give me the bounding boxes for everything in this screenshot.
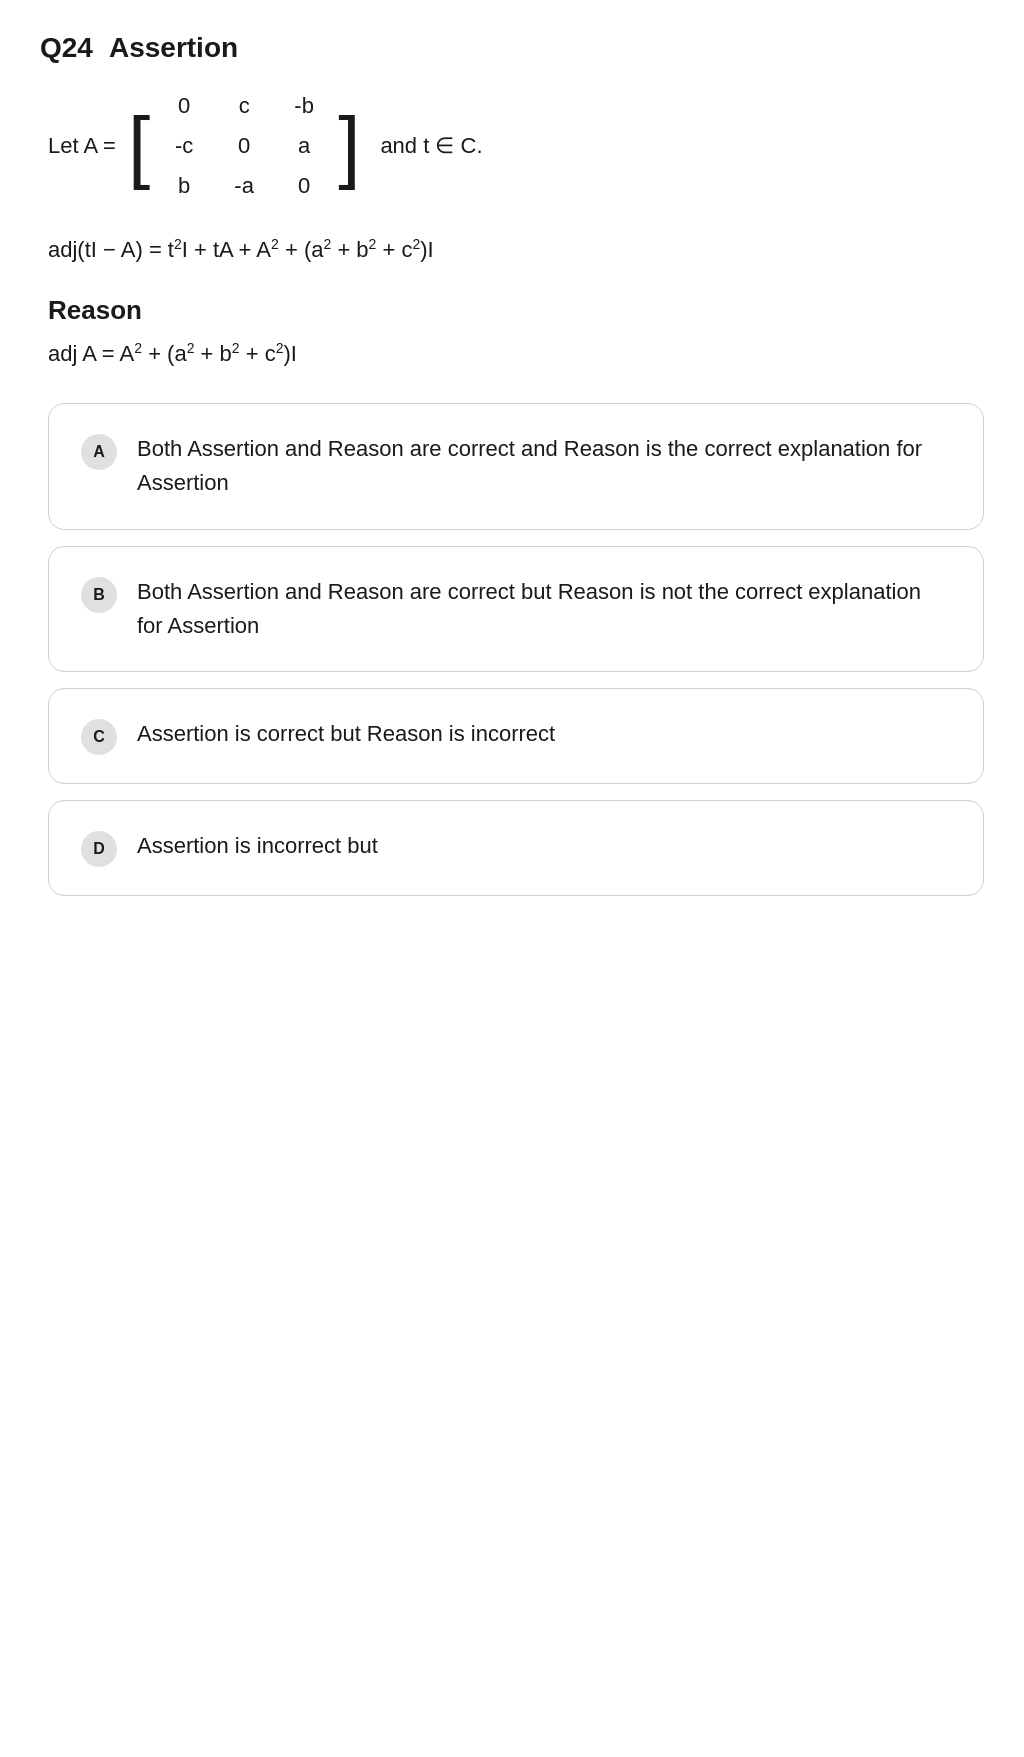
option-c-badge: C [81, 719, 117, 755]
matrix-cell-00: 0 [178, 93, 190, 119]
reason-title: Reason [48, 295, 984, 326]
option-d-text: Assertion is incorrect but [137, 829, 378, 863]
matrix-cell-12: a [298, 133, 310, 159]
matrix-row: Let A = [ 0 c -b -c 0 a b -a 0 ] and t ∈… [48, 88, 984, 204]
option-c-card[interactable]: C Assertion is correct but Reason is inc… [48, 688, 984, 784]
options-container: A Both Assertion and Reason are correct … [48, 403, 984, 895]
matrix-cell-20: b [178, 173, 190, 199]
matrix-cell-11: 0 [238, 133, 250, 159]
question-header: Q24 Assertion [40, 32, 984, 64]
option-b-text: Both Assertion and Reason are correct bu… [137, 575, 951, 643]
matrix-cell-01: c [239, 93, 250, 119]
option-a-badge: A [81, 434, 117, 470]
bracket-left: [ [128, 106, 150, 186]
matrix-cell-10: -c [175, 133, 193, 159]
matrix-cell-21: -a [234, 173, 254, 199]
option-b-badge: B [81, 577, 117, 613]
matrix-cell-22: 0 [298, 173, 310, 199]
matrix-cell-02: -b [294, 93, 314, 119]
question-body: Let A = [ 0 c -b -c 0 a b -a 0 ] and t ∈… [40, 88, 984, 896]
question-number: Q24 [40, 32, 93, 64]
option-a-card[interactable]: A Both Assertion and Reason are correct … [48, 403, 984, 529]
option-d-card[interactable]: D Assertion is incorrect but [48, 800, 984, 896]
matrix-grid: 0 c -b -c 0 a b -a 0 [154, 88, 334, 204]
reason-formula: adj A = A2 + (a2 + b2 + c2)I [48, 336, 984, 371]
matrix-container: [ 0 c -b -c 0 a b -a 0 ] [128, 88, 360, 204]
page-container: Q24 Assertion Let A = [ 0 c -b -c 0 a b … [0, 0, 1024, 1757]
bracket-right: ] [338, 106, 360, 186]
option-d-badge: D [81, 831, 117, 867]
and-t-text: and t ∈ C. [380, 133, 482, 159]
let-a-text: Let A = [48, 133, 116, 159]
option-a-text: Both Assertion and Reason are correct an… [137, 432, 951, 500]
assertion-formula: adj(tI − A) = t2I + tA + A2 + (a2 + b2 +… [48, 232, 984, 267]
option-b-card[interactable]: B Both Assertion and Reason are correct … [48, 546, 984, 672]
question-title: Assertion [109, 32, 238, 64]
option-c-text: Assertion is correct but Reason is incor… [137, 717, 555, 751]
